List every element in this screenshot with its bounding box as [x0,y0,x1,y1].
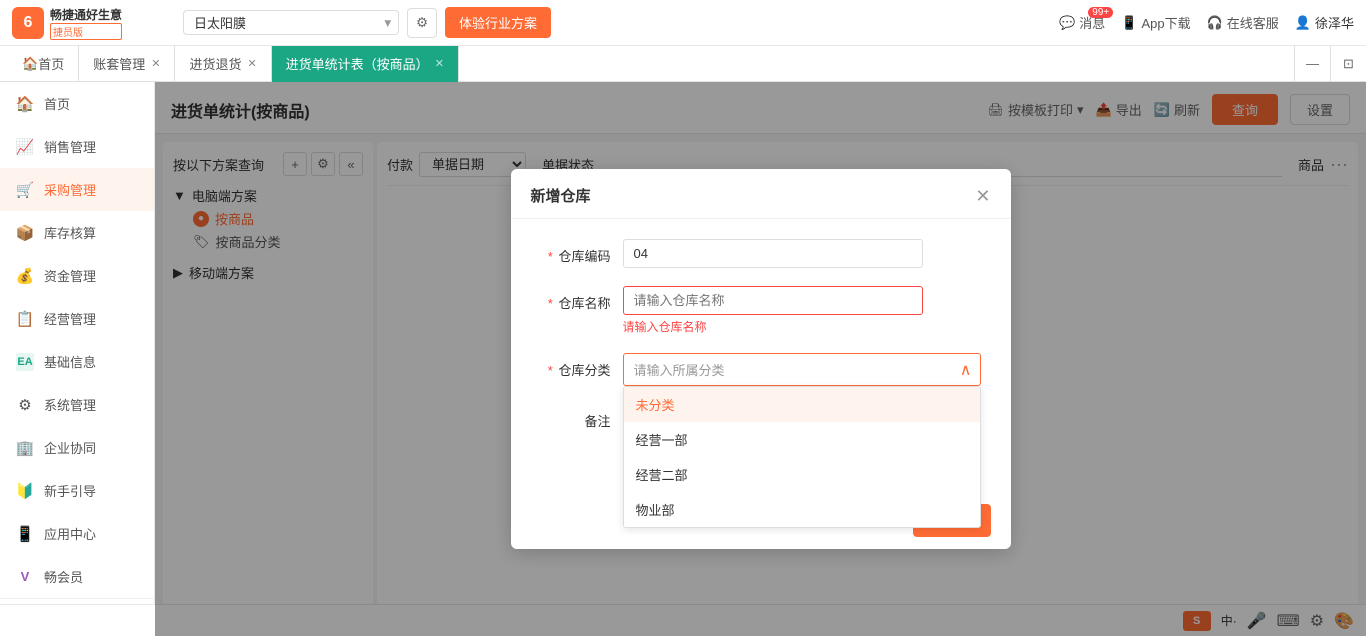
trial-industry-button[interactable]: 体验行业方案 [445,7,551,38]
sidebar-item-enterprise[interactable]: 🏢 企业协同 [0,426,154,469]
online-service-label: 在线客服 [1227,13,1279,32]
user-name: 徐泽华 [1315,13,1354,32]
gear-button[interactable]: ⚙ [407,8,437,38]
name-label: * 仓库名称 [541,286,611,312]
code-label: * 仓库编码 [541,239,611,265]
user-item[interactable]: 👤 徐泽华 [1295,13,1354,32]
sidebar-item-operation[interactable]: 📋 经营管理 [0,297,154,340]
tab-actions: — ⊡ [1294,46,1366,82]
category-label: * 仓库分类 [541,353,611,379]
form-row-code: * 仓库编码 [541,239,981,268]
tab-close-purchase-stats[interactable]: ✕ [435,57,444,70]
category-dropdown-wrap: 请输入所属分类 ∧ 未分类 经营一部 经营二部 物业部 [623,353,981,386]
store-search-input[interactable] [183,10,399,35]
form-group-code: * 仓库编码 [541,239,981,268]
form-row-name: * 仓库名称 [541,286,981,315]
message-badge: 99+ [1088,7,1113,18]
sidebar-item-guide[interactable]: 🔰 新手引导 [0,469,154,512]
tab-close-purchase-return[interactable]: ✕ [247,57,256,70]
logo-area: 6 畅捷通好生意 捷员版 [12,6,167,40]
search-select-wrap: ▾ [183,10,399,35]
content-area: 进货单统计(按商品) 🖨 按模板打印 ▾ 📤 导出 🔄 刷新 查询 设置 [155,82,1366,636]
code-input[interactable] [623,239,923,268]
category-dropdown-list: 未分类 经营一部 经营二部 物业部 [623,386,981,528]
message-item[interactable]: 💬 消息 99+ [1059,13,1105,32]
name-input[interactable] [623,286,923,315]
logo-icon: 6 [12,7,44,39]
form-group-category: * 仓库分类 请输入所属分类 ∧ 未分类 [541,353,981,386]
inventory-icon: 📦 [16,224,34,242]
tab-expand-button[interactable]: ⊡ [1330,46,1366,82]
remark-label: 备注 [541,404,611,430]
sidebar-item-apps[interactable]: 📱 应用中心 [0,512,154,555]
form-group-name: * 仓库名称 请输入仓库名称 [541,286,981,335]
home-icon: 🏠 [16,95,34,113]
headset-icon: 🎧 [1207,15,1223,31]
sales-icon: 📈 [16,138,34,156]
tab-purchase-stats[interactable]: 进货单统计表（按商品） ✕ [272,46,459,82]
home-icon: 🏠 [22,56,38,72]
modal-body: * 仓库编码 * 仓库名称 [511,219,1011,492]
dropdown-item-dept2[interactable]: 经营二部 [624,457,980,492]
sidebar-item-basic-info[interactable]: EA 基础信息 [0,340,154,383]
basic-info-icon: EA [16,353,34,371]
logo-text: 畅捷通好生意 捷员版 [50,6,122,40]
tab-homepage[interactable]: 🏠 首页 [8,46,79,82]
app-download-label: App下载 [1141,13,1190,32]
app-icon: 📱 [1121,15,1137,31]
purchase-icon: 🛒 [16,181,34,199]
operation-icon: 📋 [16,310,34,328]
vip-icon: V [16,568,34,586]
apps-icon: 📱 [16,525,34,543]
sidebar-item-purchase[interactable]: 🛒 采购管理 [0,168,154,211]
tab-purchase-return[interactable]: 进货退货 ✕ [175,46,271,82]
system-icon: ⚙ [16,396,34,414]
main-layout: 🏠 首页 📈 销售管理 🛒 采购管理 📦 库存核算 💰 资金管理 📋 经营管理 … [0,82,1366,636]
dropdown-item-unclassified[interactable]: 未分类 [624,387,980,422]
message-icon: 💬 [1059,15,1075,31]
sidebar: 🏠 首页 📈 销售管理 🛒 采购管理 📦 库存核算 💰 资金管理 📋 经营管理 … [0,82,155,636]
sidebar-item-sales[interactable]: 📈 销售管理 [0,125,154,168]
dropdown-item-property[interactable]: 物业部 [624,492,980,527]
gear-icon: ⚙ [416,15,428,31]
dropdown-item-dept1[interactable]: 经营一部 [624,422,980,457]
enterprise-icon: 🏢 [16,439,34,457]
user-icon: 👤 [1295,15,1311,31]
guide-icon: 🔰 [16,482,34,500]
name-error-message: 请输入仓库名称 [623,318,981,335]
finance-icon: 💰 [16,267,34,285]
category-dropdown[interactable]: 请输入所属分类 ∧ [623,353,981,386]
add-warehouse-modal: 新增仓库 ✕ * 仓库编码 [511,169,1011,549]
online-service-item[interactable]: 🎧 在线客服 [1207,13,1279,32]
tab-close-account[interactable]: ✕ [151,57,160,70]
tab-minimize-button[interactable]: — [1294,46,1330,82]
sidebar-item-finance[interactable]: 💰 资金管理 [0,254,154,297]
sidebar-item-home[interactable]: 🏠 首页 [0,82,154,125]
top-header: 6 畅捷通好生意 捷员版 ▾ ⚙ 体验行业方案 💬 消息 99+ 📱 App下载… [0,0,1366,46]
sidebar-item-vip[interactable]: V 畅会员 [0,555,154,598]
search-area: ▾ ⚙ 体验行业方案 [183,7,1043,38]
dropdown-arrow-icon[interactable]: ∧ [960,360,972,380]
sidebar-item-inventory[interactable]: 📦 库存核算 [0,211,154,254]
modal-close-button[interactable]: ✕ [975,187,990,205]
modal-title: 新增仓库 [531,185,591,206]
app-download-item[interactable]: 📱 App下载 [1121,13,1190,32]
header-right: 💬 消息 99+ 📱 App下载 🎧 在线客服 👤 徐泽华 [1059,13,1354,32]
sidebar-item-system[interactable]: ⚙ 系统管理 [0,383,154,426]
modal-header: 新增仓库 ✕ [511,169,1011,219]
modal-overlay: 新增仓库 ✕ * 仓库编码 [155,82,1366,636]
tab-account[interactable]: 账套管理 ✕ [79,46,175,82]
form-row-category: * 仓库分类 请输入所属分类 ∧ 未分类 [541,353,981,386]
tab-bar: 🏠 首页 账套管理 ✕ 进货退货 ✕ 进货单统计表（按商品） ✕ — ⊡ [0,46,1366,82]
